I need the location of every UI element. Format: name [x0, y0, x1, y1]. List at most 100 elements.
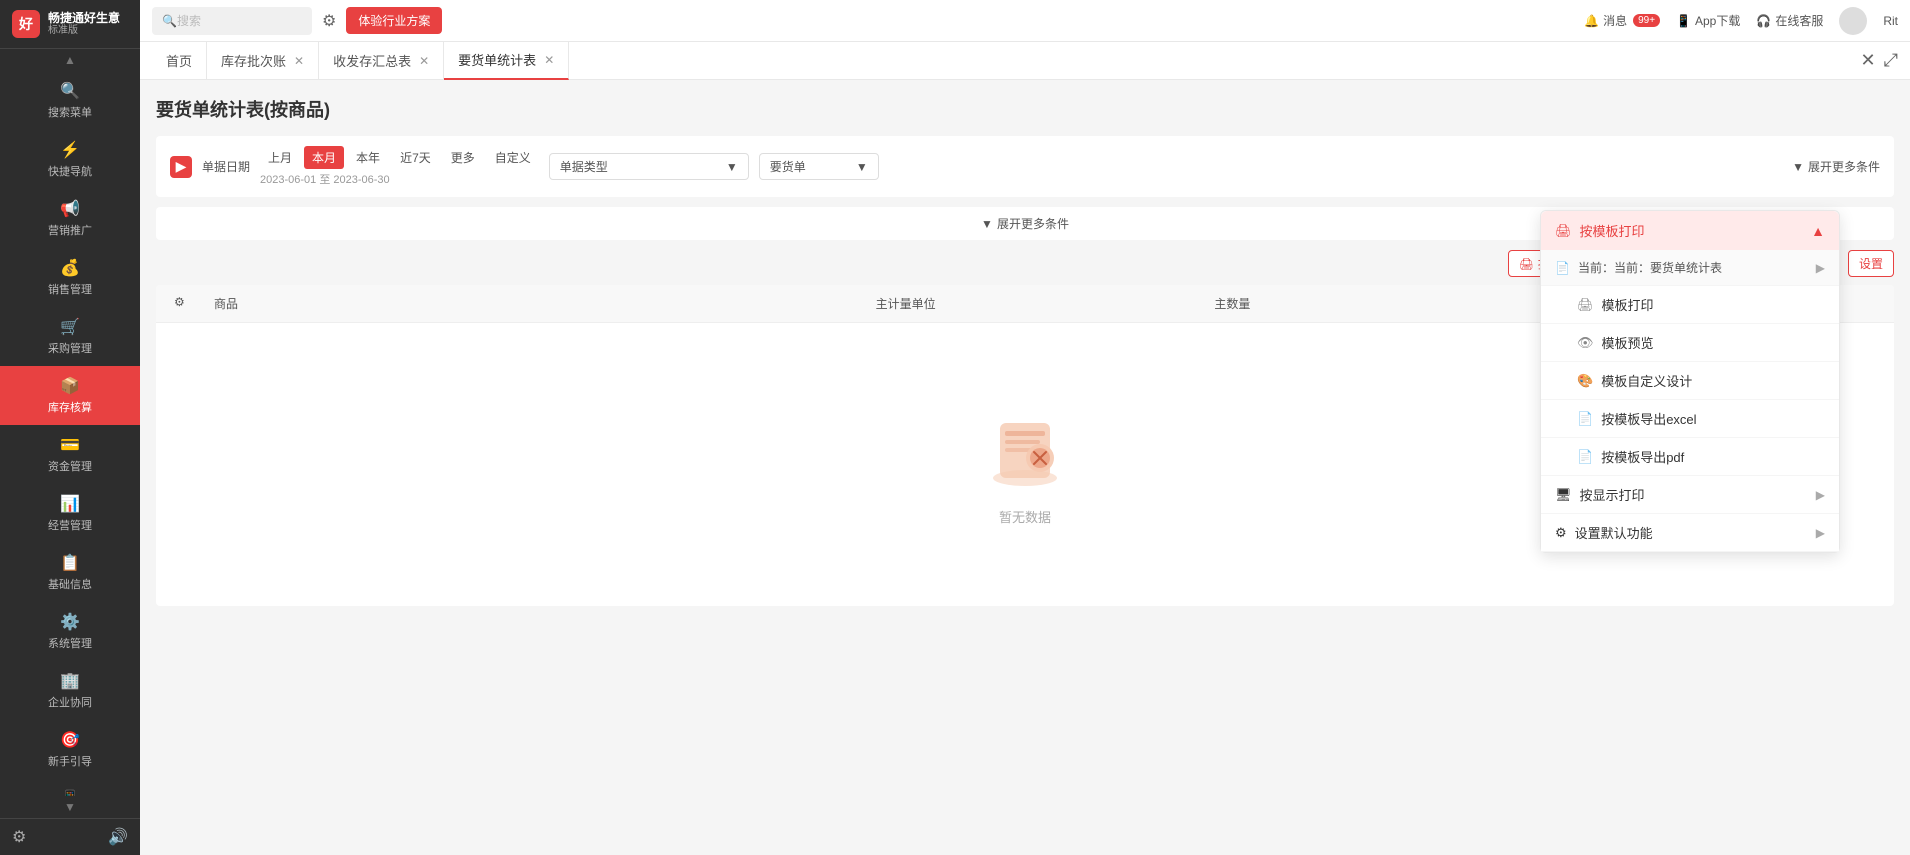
current-template-item[interactable]: 📄 当前： 当前：要货单统计表 ▶	[1541, 250, 1839, 286]
template-pdf-icon: 📄	[1577, 449, 1593, 465]
tab-home[interactable]: 首页	[152, 42, 207, 80]
tabs-bar: 首页库存批次账✕收发存汇总表✕要货单统计表✕✕⤢	[140, 42, 1910, 80]
topbar-gear-icon[interactable]: ⚙	[322, 11, 336, 31]
scroll-up-arrow[interactable]: ▲	[0, 49, 140, 71]
sidebar-bottom: ⚙ 🔊	[0, 818, 140, 855]
template-design-icon: 🎨	[1577, 373, 1593, 389]
headset-icon: 🎧	[1756, 14, 1771, 28]
purchase-icon: 🛒	[60, 317, 80, 337]
sidebar-item-search[interactable]: 🔍搜索菜单	[0, 71, 140, 130]
section-left-display-print: 🖥按显示打印	[1555, 485, 1645, 504]
search-box[interactable]: 🔍 搜索	[152, 7, 312, 35]
date-btn-this-month[interactable]: 本月	[304, 146, 344, 169]
mobile-icon: 📱	[1676, 14, 1691, 28]
date-btn-7days[interactable]: 近7天	[392, 146, 439, 169]
sidebar-item-newbie[interactable]: 🎯新手引导	[0, 720, 140, 779]
tab-label-receipt-summary: 收发存汇总表	[333, 51, 411, 70]
order-label-select[interactable]: 要货单 ▼	[759, 153, 879, 180]
user-name: Rit	[1883, 14, 1898, 28]
finance-icon: 💳	[60, 435, 80, 455]
current-template-left: 📄 当前： 当前：要货单统计表	[1555, 259, 1722, 276]
dropdown-item-template-print[interactable]: 🖨模板打印	[1541, 286, 1839, 324]
date-options-group: 上月 本月 本年 近7天 更多 自定义	[260, 146, 539, 169]
select-chevron-icon: ▼	[726, 160, 738, 174]
dropdown-item-left-template-print: 🖨模板打印	[1577, 295, 1654, 314]
experience-btn[interactable]: 体验行业方案	[346, 7, 442, 34]
dropdown-item-template-design[interactable]: 🎨模板自定义设计	[1541, 362, 1839, 400]
template-excel-icon: 📄	[1577, 411, 1593, 427]
tab-close-receipt-summary[interactable]: ✕	[419, 54, 429, 68]
dropdown-item-left-template-design: 🎨模板自定义设计	[1577, 371, 1692, 390]
date-btn-last-month[interactable]: 上月	[260, 146, 300, 169]
sidebar-item-system[interactable]: ⚙️系统管理	[0, 602, 140, 661]
template-print-icon: 🖨	[1577, 297, 1594, 313]
expand-conditions-btn[interactable]: ▼ 展开更多条件	[1792, 158, 1880, 175]
order-type-label: 单据类型	[560, 158, 608, 175]
avatar[interactable]	[1839, 7, 1867, 35]
scroll-down-arrow[interactable]: ▼	[0, 796, 140, 818]
system-icon: ⚙️	[60, 612, 80, 632]
tab-expand-icon[interactable]: ⤢	[1884, 50, 1898, 71]
sidebar-item-appstore[interactable]: 📱应用中心	[0, 779, 140, 796]
messages-btn[interactable]: 🔔 消息 99+	[1584, 12, 1660, 29]
current-template-name: 当前：要货单统计表	[1614, 259, 1722, 276]
sidebar-item-purchase[interactable]: 🛒 采购管理	[0, 307, 140, 366]
marketing-icon: 📢	[60, 199, 80, 219]
dropdown-item-template-excel[interactable]: 📄按模板导出excel	[1541, 400, 1839, 438]
sidebar: 好 畅捷通好生意 标准版 ▲ 🔍搜索菜单⚡快捷导航📢营销推广💰销售管理🛒采购管理…	[0, 0, 140, 855]
newbie-label: 新手引导	[48, 753, 92, 769]
tab-receipt-summary[interactable]: 收发存汇总表 ✕	[319, 42, 444, 80]
purchase-label: 采购管理	[48, 340, 92, 356]
tab-batch-account[interactable]: 库存批次账✕	[207, 42, 319, 80]
expand-down-icon: ▼	[1792, 160, 1804, 174]
print-dropdown: 🖨 按模板打印 ▲ 📄 当前： 当前：要货单统计表 ▶ 🖨模板打印👁模板预览🎨模…	[1540, 210, 1840, 553]
tab-order-stats[interactable]: 要货单统计表 ✕	[444, 42, 569, 80]
dropdown-section-default-setting[interactable]: ⚙设置默认功能▶	[1541, 514, 1839, 552]
date-btn-more[interactable]: 更多	[443, 146, 483, 169]
marketing-label: 营销推广	[48, 222, 92, 238]
sidebar-item-enterprise[interactable]: 🏢企业协同	[0, 661, 140, 720]
tab-close-order-stats[interactable]: ✕	[544, 53, 554, 67]
tab-close-batch-account[interactable]: ✕	[294, 54, 304, 68]
inventory-icon: 📦	[60, 376, 80, 396]
template-pdf-label: 按模板导出pdf	[1601, 447, 1684, 466]
brand-version: 标准版	[48, 25, 120, 37]
quick-nav-label: 快捷导航	[48, 163, 92, 179]
template-preview-icon: 👁	[1577, 335, 1594, 351]
online-service-btn[interactable]: 🎧 在线客服	[1756, 12, 1823, 29]
sidebar-item-business[interactable]: 📊经营管理	[0, 484, 140, 543]
expand-more-conditions-btn[interactable]: ▼ 展开更多条件	[981, 215, 1069, 232]
order-type-select[interactable]: 单据类型 ▼	[549, 153, 749, 180]
speaker-icon[interactable]: 🔊	[108, 827, 128, 847]
dropdown-item-template-pdf[interactable]: 📄 按模板导出pdf	[1541, 438, 1839, 476]
topbar-right: 🔔 消息 99+ 📱 App下载 🎧 在线客服 Rit	[1584, 7, 1898, 35]
dropdown-item-left-template-preview: 👁模板预览	[1577, 333, 1654, 352]
sidebar-item-sales[interactable]: 💰销售管理	[0, 248, 140, 307]
finance-label: 资金管理	[48, 458, 92, 474]
tab-close-all-icon[interactable]: ✕	[1861, 50, 1876, 71]
date-btn-custom[interactable]: 自定义	[487, 146, 539, 169]
settings-icon[interactable]: ⚙	[12, 827, 26, 847]
dropdown-collapse-icon[interactable]: ▲	[1811, 223, 1825, 239]
tab-actions: ✕⤢	[1853, 50, 1910, 71]
sidebar-item-basic[interactable]: 📋基础信息	[0, 543, 140, 602]
settings-btn[interactable]: 设置	[1848, 250, 1894, 277]
sidebar-item-marketing[interactable]: 📢 营销推广	[0, 189, 140, 248]
sidebar-item-quick-nav[interactable]: ⚡ 快捷导航	[0, 130, 140, 189]
display-print-chevron: ▶	[1816, 488, 1825, 502]
date-btn-this-year[interactable]: 本年	[348, 146, 388, 169]
dropdown-item-left-template-pdf: 📄 按模板导出pdf	[1577, 447, 1684, 466]
date-filter-label: 单据日期	[202, 158, 250, 175]
col-settings-header[interactable]: ⚙	[166, 285, 206, 322]
current-template-label: 当前：	[1578, 259, 1614, 276]
sidebar-item-finance[interactable]: 💳 资金管理	[0, 425, 140, 484]
dropdown-section-display-print[interactable]: 🖥按显示打印 ▶	[1541, 476, 1839, 514]
sidebar-item-inventory[interactable]: 📦库存核算	[0, 366, 140, 425]
app-download-btn[interactable]: 📱 App下载	[1676, 12, 1740, 29]
expand-icon[interactable]: ▶	[170, 156, 192, 178]
search-placeholder: 搜索	[177, 12, 201, 29]
dropdown-item-template-preview[interactable]: 👁模板预览	[1541, 324, 1839, 362]
brand-text: 畅捷通好生意 标准版	[48, 11, 120, 37]
quick-nav-icon: ⚡	[60, 140, 80, 160]
tab-label-order-stats: 要货单统计表	[458, 50, 536, 69]
